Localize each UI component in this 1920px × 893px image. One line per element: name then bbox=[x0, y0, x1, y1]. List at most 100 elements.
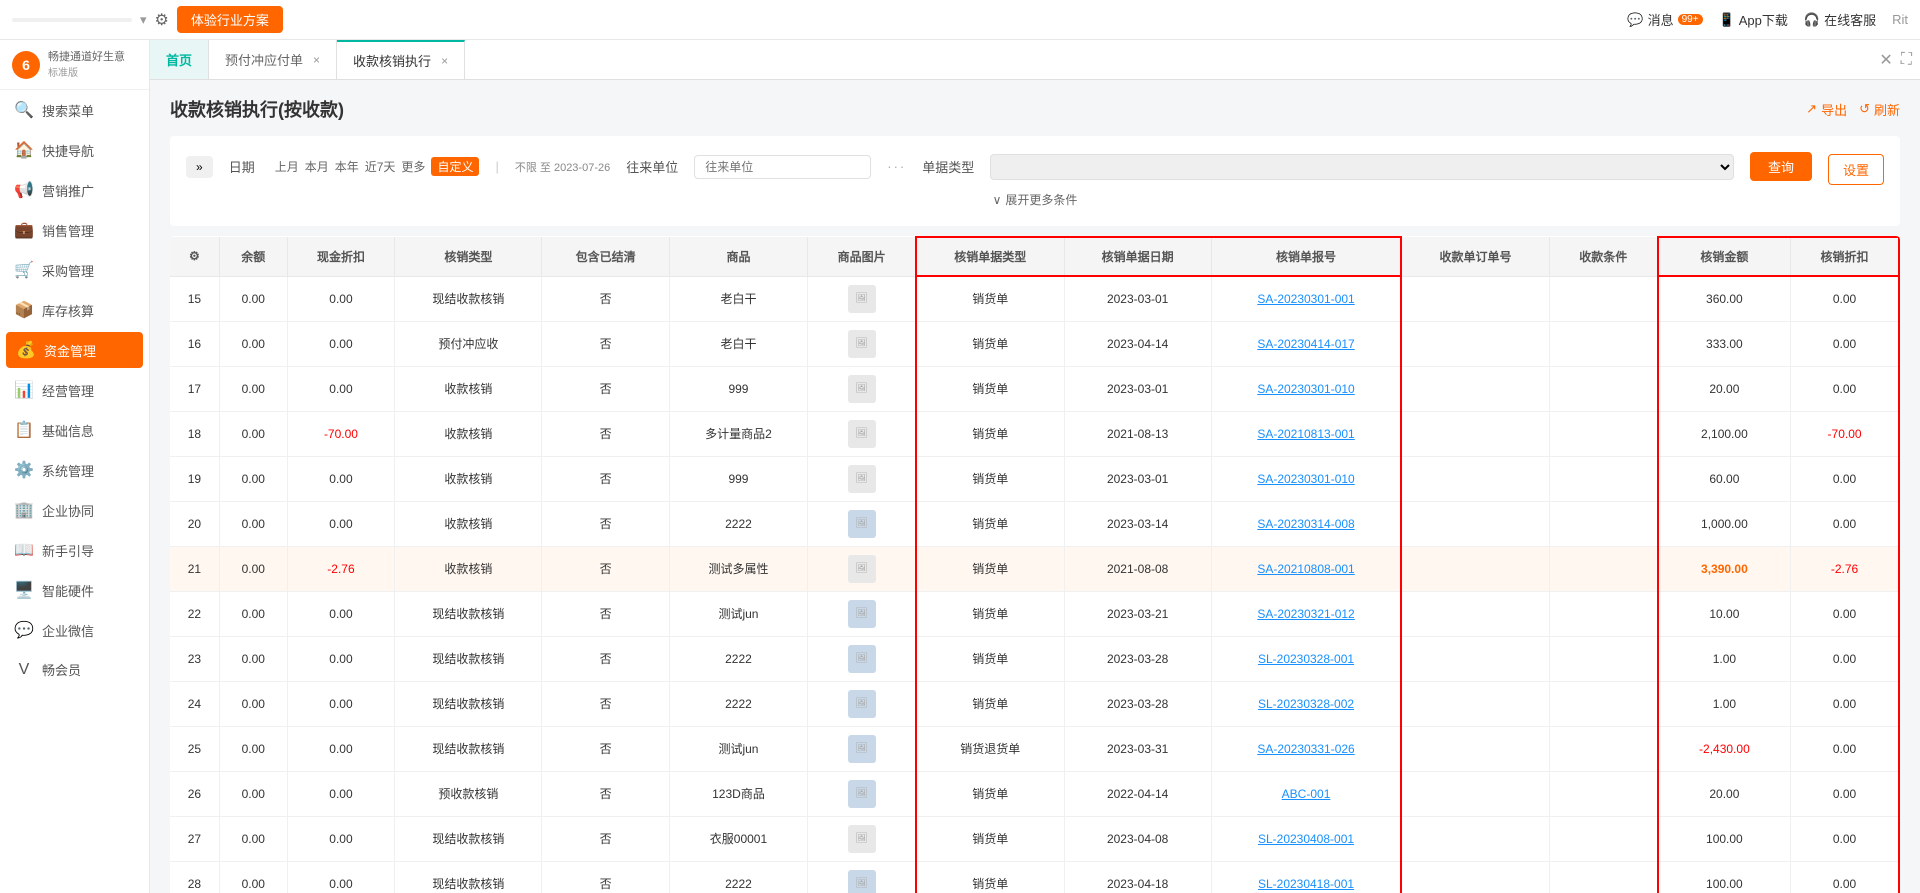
td-receipt-condition bbox=[1549, 816, 1657, 861]
top-bar-right: 💬 消息 99+ 📱 App下载 🎧 在线客服 Rit bbox=[1627, 10, 1908, 29]
sidebar-item-business[interactable]: 📊 经营管理 bbox=[0, 370, 149, 410]
tab-receipt-cancel-close[interactable]: × bbox=[441, 54, 448, 68]
td-receipt-condition bbox=[1549, 321, 1657, 366]
industry-btn[interactable]: 体验行业方案 bbox=[177, 6, 283, 33]
product-img-placeholder: 🖼 bbox=[848, 645, 876, 673]
refresh-btn[interactable]: ↺ 刷新 bbox=[1859, 100, 1900, 119]
td-cancel-voucher-no[interactable]: SA-20230321-012 bbox=[1211, 591, 1401, 636]
filter-unit-input[interactable] bbox=[694, 155, 871, 179]
td-cancel-voucher-no[interactable]: SA-20230331-026 bbox=[1211, 726, 1401, 771]
td-cancel-voucher-no[interactable]: SA-20230414-017 bbox=[1211, 321, 1401, 366]
td-cancel-voucher-no[interactable]: SA-20230314-008 bbox=[1211, 501, 1401, 546]
td-cancel-voucher-type: 销货单 bbox=[916, 636, 1064, 681]
sidebar-item-marketing[interactable]: 📢 营销推广 bbox=[0, 170, 149, 210]
td-cancel-voucher-no[interactable]: SL-20230328-001 bbox=[1211, 636, 1401, 681]
setting-btn[interactable]: 设置 bbox=[1828, 154, 1884, 185]
td-product-img: 🖼 bbox=[808, 366, 916, 411]
filter-date-custom[interactable]: 自定义 bbox=[431, 157, 479, 176]
td-product-img: 🖼 bbox=[808, 726, 916, 771]
sidebar-item-corp[interactable]: 🏢 企业协同 bbox=[0, 490, 149, 530]
filter-date-this-month[interactable]: 本月 bbox=[305, 158, 329, 175]
sidebar-item-hardware[interactable]: 🖥️ 智能硬件 bbox=[0, 570, 149, 610]
main-layout: 6 畅捷通道好生意 标准版 🔍 搜索菜单 🏠 快捷导航 📢 营销推广 💼 销售管… bbox=[0, 40, 1920, 893]
message-btn[interactable]: 💬 消息 99+ bbox=[1627, 10, 1702, 29]
td-idx: 28 bbox=[170, 861, 219, 893]
td-cancel-type: 收款核销 bbox=[395, 411, 542, 456]
table-row: 150.000.00现结收款核销否老白干🖼销货单2023-03-01SA-202… bbox=[170, 276, 1899, 321]
td-receipt-condition bbox=[1549, 546, 1657, 591]
filter-date-more[interactable]: 更多 bbox=[401, 158, 425, 175]
td-cash-discount: 0.00 bbox=[287, 276, 395, 321]
tab-prepay-close[interactable]: × bbox=[313, 53, 320, 67]
td-cancel-voucher-no[interactable]: ABC-001 bbox=[1211, 771, 1401, 816]
td-cancel-voucher-no[interactable]: SA-20210808-001 bbox=[1211, 546, 1401, 591]
td-balance: 0.00 bbox=[219, 816, 287, 861]
filter-expand-btn[interactable]: » bbox=[186, 156, 213, 178]
td-cancel-discount: 0.00 bbox=[1791, 726, 1899, 771]
query-btn[interactable]: 查询 bbox=[1750, 152, 1812, 181]
td-cancel-voucher-no[interactable]: SA-20230301-010 bbox=[1211, 456, 1401, 501]
product-img-placeholder: 🖼 bbox=[848, 510, 876, 538]
product-img-placeholder: 🖼 bbox=[848, 825, 876, 853]
td-cancel-type: 预付冲应收 bbox=[395, 321, 542, 366]
td-cancel-voucher-date: 2023-04-14 bbox=[1064, 321, 1211, 366]
user-name[interactable]: Rit bbox=[1892, 12, 1908, 27]
wechat-icon: 💬 bbox=[14, 620, 34, 640]
td-receipt-condition bbox=[1549, 501, 1657, 546]
tab-home[interactable]: 首页 bbox=[150, 40, 209, 79]
online-service-btn[interactable]: 🎧 在线客服 bbox=[1804, 10, 1876, 29]
tab-prepay[interactable]: 预付冲应付单 × bbox=[209, 40, 337, 79]
filter-date-7days[interactable]: 近7天 bbox=[365, 158, 396, 175]
sidebar-item-finance[interactable]: 💰 资金管理 bbox=[6, 332, 143, 368]
td-product: 测试jun bbox=[669, 591, 807, 636]
td-cancel-voucher-no[interactable]: SA-20230301-010 bbox=[1211, 366, 1401, 411]
table-scroll[interactable]: ⚙ 余额 现金折扣 核销类型 包含已结清 商品 商品图片 核销单据类型 核销单据… bbox=[170, 236, 1900, 893]
gear-icon[interactable]: ⚙ bbox=[155, 10, 169, 30]
td-cancel-amount: 100.00 bbox=[1658, 861, 1791, 893]
sidebar-item-search[interactable]: 🔍 搜索菜单 bbox=[0, 90, 149, 130]
td-cancel-amount: 1,000.00 bbox=[1658, 501, 1791, 546]
td-cancel-type: 预收款核销 bbox=[395, 771, 542, 816]
td-cancel-voucher-no[interactable]: SL-20230408-001 bbox=[1211, 816, 1401, 861]
td-cancel-discount: 0.00 bbox=[1791, 456, 1899, 501]
logo-tag: 标准版 bbox=[48, 64, 125, 79]
filter-card: » 日期 上月 本月 本年 近7天 更多 自定义 | 不限 至 2023-07-… bbox=[170, 136, 1900, 226]
tab-receipt-cancel[interactable]: 收款核销执行 × bbox=[337, 40, 465, 79]
sidebar-item-shortcut[interactable]: 🏠 快捷导航 bbox=[0, 130, 149, 170]
th-balance: 余额 bbox=[219, 237, 287, 276]
td-cash-discount: -2.76 bbox=[287, 546, 395, 591]
sidebar-item-sales[interactable]: 💼 销售管理 bbox=[0, 210, 149, 250]
sidebar-item-basic[interactable]: 📋 基础信息 bbox=[0, 410, 149, 450]
export-btn[interactable]: ↗ 导出 bbox=[1806, 100, 1847, 119]
td-cancel-voucher-no[interactable]: SA-20210813-001 bbox=[1211, 411, 1401, 456]
sidebar-item-member[interactable]: V 畅会员 bbox=[0, 650, 149, 689]
td-cancel-voucher-no[interactable]: SA-20230301-001 bbox=[1211, 276, 1401, 321]
product-img-placeholder: 🖼 bbox=[848, 690, 876, 718]
expand-more-btn[interactable]: ∨ 展开更多条件 bbox=[186, 191, 1884, 208]
filter-date-this-year[interactable]: 本年 bbox=[335, 158, 359, 175]
td-product: 衣服00001 bbox=[669, 816, 807, 861]
tab-close-all-icon[interactable]: ✕ bbox=[1879, 50, 1892, 70]
sidebar-item-guide[interactable]: 📖 新手引导 bbox=[0, 530, 149, 570]
td-cancel-type: 现结收款核销 bbox=[395, 816, 542, 861]
filter-date-group: 上月 本月 本年 近7天 更多 自定义 bbox=[275, 157, 480, 176]
sidebar-item-inventory[interactable]: 📦 库存核算 bbox=[0, 290, 149, 330]
address-bar[interactable] bbox=[12, 18, 132, 22]
tab-expand-icon[interactable]: ⛶ bbox=[1901, 51, 1912, 69]
td-include-cleared: 否 bbox=[542, 546, 669, 591]
td-cancel-voucher-no[interactable]: SL-20230328-002 bbox=[1211, 681, 1401, 726]
sidebar-item-system[interactable]: ⚙️ 系统管理 bbox=[0, 450, 149, 490]
td-product-img: 🖼 bbox=[808, 816, 916, 861]
td-receipt-order-no bbox=[1401, 501, 1549, 546]
filter-date-last-month[interactable]: 上月 bbox=[275, 158, 299, 175]
td-cancel-amount: 1.00 bbox=[1658, 681, 1791, 726]
sidebar-label-member: 畅会员 bbox=[42, 660, 81, 679]
td-cancel-voucher-no[interactable]: SL-20230418-001 bbox=[1211, 861, 1401, 893]
app-download-btn[interactable]: 📱 App下载 bbox=[1719, 10, 1788, 29]
sidebar-item-wechat[interactable]: 💬 企业微信 bbox=[0, 610, 149, 650]
td-receipt-order-no bbox=[1401, 861, 1549, 893]
td-balance: 0.00 bbox=[219, 546, 287, 591]
guide-icon: 📖 bbox=[14, 540, 34, 560]
filter-voucher-type-select[interactable] bbox=[990, 154, 1734, 180]
sidebar-item-purchase[interactable]: 🛒 采购管理 bbox=[0, 250, 149, 290]
